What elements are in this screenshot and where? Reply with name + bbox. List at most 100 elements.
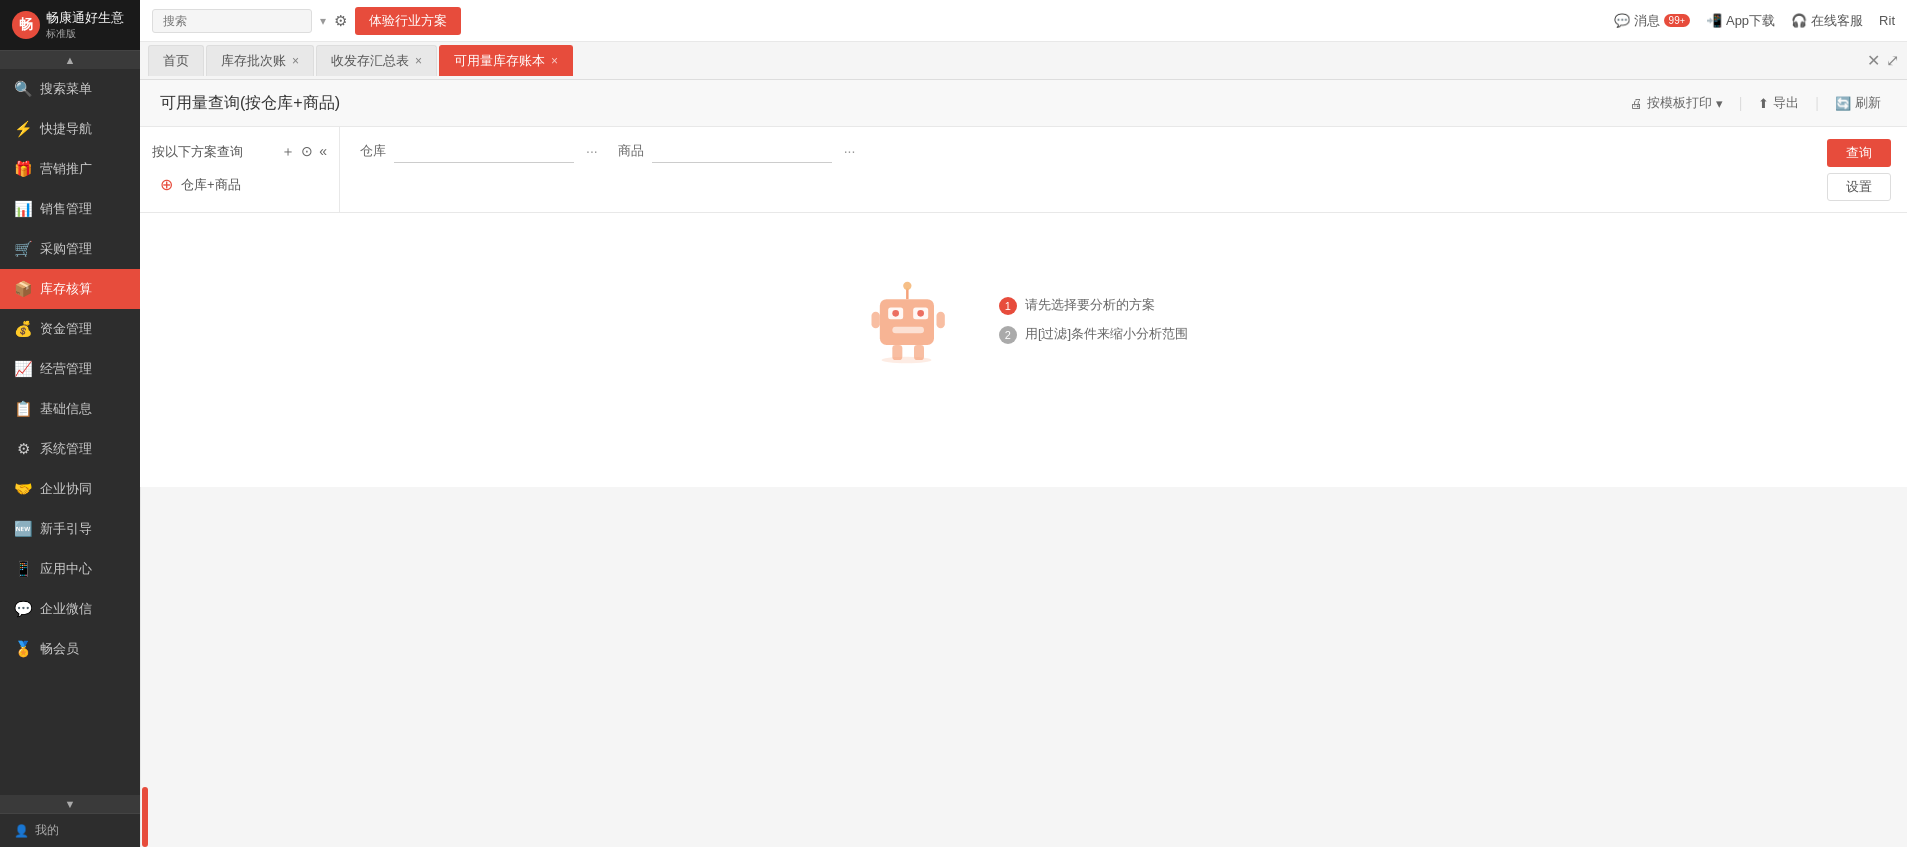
close-icon[interactable]: × xyxy=(292,54,299,68)
sidebar-scroll-down[interactable]: ▼ xyxy=(0,795,140,813)
message-button[interactable]: 💬 消息 99+ xyxy=(1614,12,1690,30)
sidebar-item-newbie[interactable]: 🆕 新手引导 xyxy=(0,509,140,549)
right-scrollbar[interactable] xyxy=(140,487,148,847)
service-label: 在线客服 xyxy=(1811,12,1863,30)
enterprise-icon: 🤝 xyxy=(14,480,32,498)
sidebar-item-marketing[interactable]: 🎁 营销推广 xyxy=(0,149,140,189)
sidebar-bottom-label: 我的 xyxy=(35,822,59,839)
sidebar-item-inventory[interactable]: 📦 库存核算 xyxy=(0,269,140,309)
finance-icon: 💰 xyxy=(14,320,32,338)
trial-button[interactable]: 体验行业方案 xyxy=(355,7,461,35)
collapse-button[interactable]: « xyxy=(319,143,327,161)
marketing-icon: 🎁 xyxy=(14,160,32,178)
tab-batch-account[interactable]: 库存批次账 × xyxy=(206,45,314,76)
warehouse-field-group: 仓库 ··· xyxy=(360,139,598,163)
tip-1: 1 请先选择要分析的方案 xyxy=(999,296,1188,315)
scrollbar-handle[interactable] xyxy=(142,787,148,847)
filter-section-label: 按以下方案查询 xyxy=(152,143,243,161)
settings-button[interactable]: 设置 xyxy=(1827,173,1891,201)
query-button[interactable]: 查询 xyxy=(1827,139,1891,167)
refresh-icon: 🔄 xyxy=(1835,96,1851,111)
query-actions: 查询 设置 xyxy=(1811,127,1907,212)
tab-label: 收发存汇总表 xyxy=(331,52,409,70)
sidebar-item-label: 系统管理 xyxy=(40,440,92,458)
warehouse-more-icon[interactable]: ··· xyxy=(586,143,598,159)
warehouse-input[interactable] xyxy=(394,139,574,163)
tab-home[interactable]: 首页 xyxy=(148,45,204,76)
app-download-button[interactable]: 📲 App下载 xyxy=(1706,12,1775,30)
sidebar-item-enterprise-wechat[interactable]: 💬 企业微信 xyxy=(0,589,140,629)
sidebar-item-enterprise[interactable]: 🤝 企业协同 xyxy=(0,469,140,509)
search-input[interactable] xyxy=(152,9,312,33)
svg-point-8 xyxy=(892,310,899,317)
sidebar-item-shortcut[interactable]: ⚡ 快捷导航 xyxy=(0,109,140,149)
sidebar-item-label: 经营管理 xyxy=(40,360,92,378)
sidebar-item-app-center[interactable]: 📱 应用中心 xyxy=(0,549,140,589)
tab-label: 首页 xyxy=(163,52,189,70)
sidebar-item-label: 资金管理 xyxy=(40,320,92,338)
logo-title: 畅康通好生意 xyxy=(46,10,124,27)
sidebar-item-label: 销售管理 xyxy=(40,200,92,218)
sidebar-item-label: 基础信息 xyxy=(40,400,92,418)
close-icon[interactable]: × xyxy=(551,54,558,68)
logo-sub: 标准版 xyxy=(46,27,124,40)
svg-rect-5 xyxy=(936,312,944,329)
add-scheme-button[interactable]: ＋ xyxy=(281,143,295,161)
sidebar-item-system[interactable]: ⚙ 系统管理 xyxy=(0,429,140,469)
purchase-icon: 🛒 xyxy=(14,240,32,258)
svg-point-9 xyxy=(917,310,924,317)
page-actions: 🖨 按模板打印 ▾ | ⬆ 导出 | 🔄 刷新 xyxy=(1624,90,1887,116)
close-icon[interactable]: × xyxy=(415,54,422,68)
goods-input[interactable] xyxy=(652,139,832,163)
tab-summary[interactable]: 收发存汇总表 × xyxy=(316,45,437,76)
sidebar-item-search[interactable]: 🔍 搜索菜单 xyxy=(0,69,140,109)
tab-label: 库存批次账 xyxy=(221,52,286,70)
tabbar: 首页 库存批次账 × 收发存汇总表 × 可用量库存账本 × ✕ ⤢ xyxy=(140,42,1907,80)
filter-sidebar: 按以下方案查询 ＋ ⊙ « ⊕ 仓库+商品 xyxy=(140,127,340,212)
svg-point-12 xyxy=(881,357,931,364)
tip-text-1: 请先选择要分析的方案 xyxy=(1025,296,1155,314)
print-icon: 🖨 xyxy=(1630,96,1643,111)
export-button[interactable]: ⬆ 导出 xyxy=(1752,90,1805,116)
online-service-button[interactable]: 🎧 在线客服 xyxy=(1791,12,1863,30)
close-window-button[interactable]: ✕ xyxy=(1867,51,1880,70)
system-icon: ⚙ xyxy=(14,440,32,458)
sidebar-item-label: 搜索菜单 xyxy=(40,80,92,98)
print-button[interactable]: 🖨 按模板打印 ▾ xyxy=(1624,90,1729,116)
sidebar-item-purchase[interactable]: 🛒 采购管理 xyxy=(0,229,140,269)
maximize-window-button[interactable]: ⤢ xyxy=(1886,51,1899,70)
tip-text-2: 用[过滤]条件来缩小分析范围 xyxy=(1025,325,1188,343)
tip-number-2: 2 xyxy=(999,326,1017,344)
sidebar-item-label: 企业微信 xyxy=(40,600,92,618)
gear-icon[interactable]: ⚙ xyxy=(334,12,347,30)
sidebar: 畅 畅康通好生意 标准版 ▲ 🔍 搜索菜单 ⚡ 快捷导航 🎁 营销推广 📊 销售… xyxy=(0,0,140,847)
svg-rect-3 xyxy=(892,327,924,334)
sidebar-scroll-up[interactable]: ▲ xyxy=(0,51,140,69)
sidebar-item-finance[interactable]: 💰 资金管理 xyxy=(0,309,140,349)
tip-number-1: 1 xyxy=(999,297,1017,315)
username-display[interactable]: Rit xyxy=(1879,13,1895,28)
member-icon: 🏅 xyxy=(14,640,32,658)
app-icon: 📲 xyxy=(1706,13,1722,28)
sales-icon: 📊 xyxy=(14,200,32,218)
sidebar-item-member[interactable]: 🏅 畅会员 xyxy=(0,629,140,669)
goods-more-icon[interactable]: ··· xyxy=(844,143,856,159)
chevron-down-icon[interactable]: ▾ xyxy=(320,14,326,28)
window-controls: ✕ ⤢ xyxy=(1867,51,1899,70)
sidebar-item-label: 快捷导航 xyxy=(40,120,92,138)
tab-label: 可用量库存账本 xyxy=(454,52,545,70)
refresh-button[interactable]: 🔄 刷新 xyxy=(1829,90,1887,116)
manage-scheme-button[interactable]: ⊙ xyxy=(301,143,313,161)
goods-field-group: 商品 ··· xyxy=(618,139,856,163)
message-icon: 💬 xyxy=(1614,13,1630,28)
sidebar-item-label: 新手引导 xyxy=(40,520,92,538)
tab-available-stock[interactable]: 可用量库存账本 × xyxy=(439,45,573,76)
sidebar-item-sales[interactable]: 📊 销售管理 xyxy=(0,189,140,229)
print-chevron-icon: ▾ xyxy=(1716,96,1723,111)
scheme-item-warehouse-goods[interactable]: ⊕ 仓库+商品 xyxy=(140,167,339,202)
sidebar-item-label: 应用中心 xyxy=(40,560,92,578)
sidebar-bottom[interactable]: 👤 我的 xyxy=(0,813,140,847)
sidebar-item-management[interactable]: 📈 经营管理 xyxy=(0,349,140,389)
sidebar-item-basic-info[interactable]: 📋 基础信息 xyxy=(0,389,140,429)
app-center-icon: 📱 xyxy=(14,560,32,578)
